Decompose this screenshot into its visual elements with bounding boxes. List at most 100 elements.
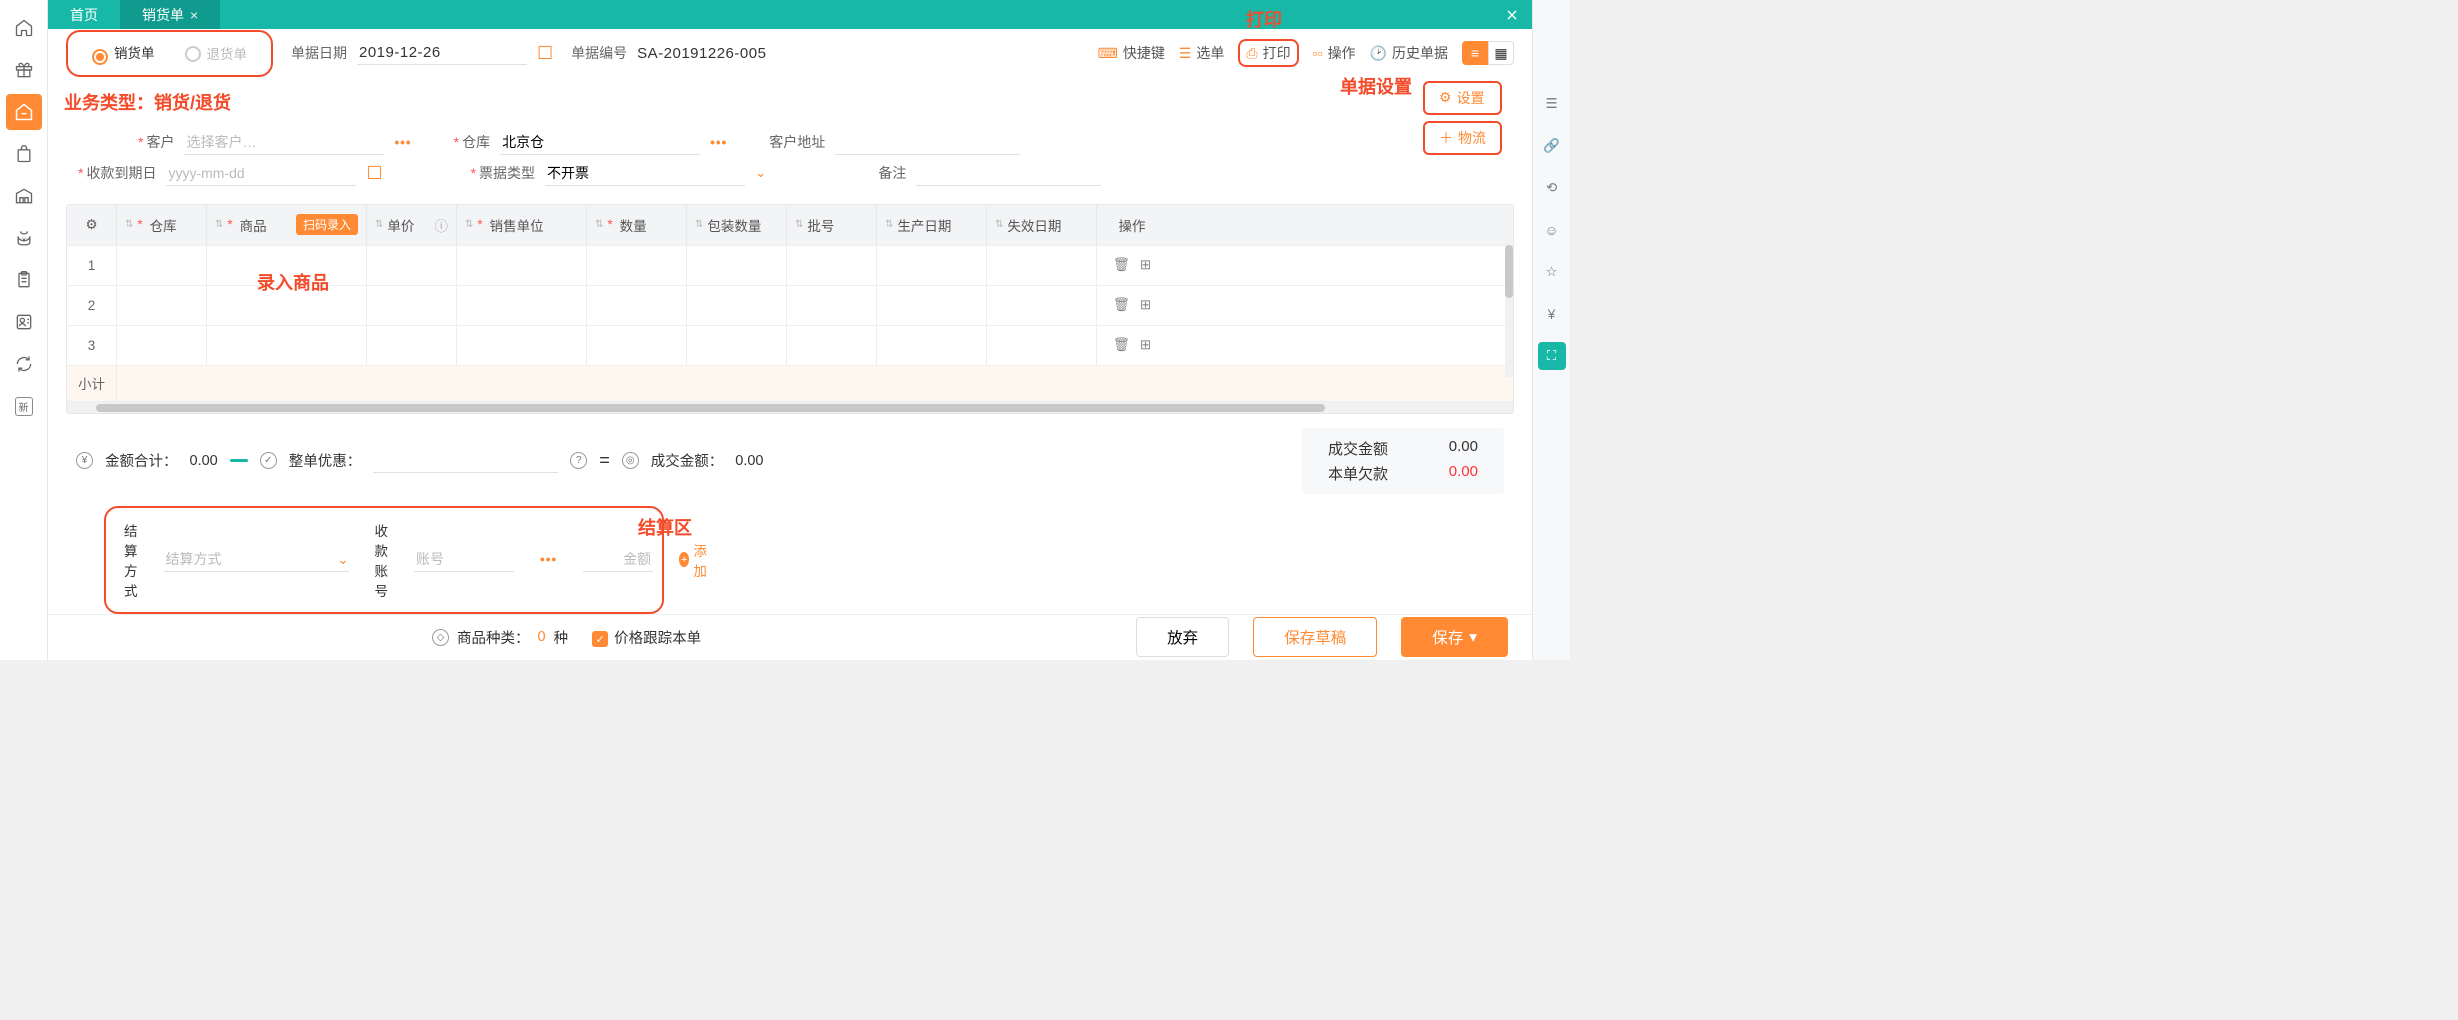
toolbar-operate[interactable]: ▫▫操作 (1313, 43, 1356, 63)
rs-money-icon[interactable]: ¥ (1538, 300, 1566, 328)
th-price[interactable]: ⇅单价ⓘ (367, 205, 457, 245)
table-row[interactable]: 1 🗑⊞ (67, 245, 1513, 285)
nav-warehouse-icon[interactable] (6, 178, 42, 214)
radio-return[interactable]: 退货单 (185, 43, 248, 63)
warehouse-input[interactable] (500, 130, 700, 155)
plus-icon: ＋ (1439, 128, 1453, 148)
yen-icon: ¥ (76, 452, 93, 469)
horizontal-scrollbar[interactable] (67, 401, 1513, 413)
settlement-amount-input[interactable] (583, 547, 653, 572)
add-row-icon[interactable]: ⊞ (1140, 337, 1151, 353)
remark-input[interactable] (916, 161, 1101, 186)
kinds-label: 商品种类： (457, 627, 530, 648)
equals-sign: = (599, 450, 610, 471)
nav-sync-icon[interactable] (6, 346, 42, 382)
help-icon: ⓘ (435, 215, 449, 235)
th-gear[interactable]: ⚙ (67, 205, 117, 245)
customer-label: 客户 (146, 134, 174, 150)
header-row: 业务类型：销货/退货 销货单 退货单 单据日期 2019-12-26 ☐ 单据编… (48, 29, 1532, 76)
svg-text:¥: ¥ (22, 237, 26, 244)
delete-icon[interactable]: 🗑 (1113, 297, 1130, 313)
th-packqty[interactable]: ⇅包装数量 (687, 205, 787, 245)
tab-sales[interactable]: 销货单× (120, 0, 220, 29)
tab-bar: 首页 销货单× 打印 (48, 0, 1532, 29)
help-icon[interactable]: ? (570, 452, 587, 469)
table-row[interactable]: 2 🗑⊞ (67, 285, 1513, 325)
cust-addr-input[interactable] (835, 130, 1020, 155)
window-close-icon[interactable] (1492, 0, 1532, 29)
invoice-label: 票据类型 (479, 165, 535, 181)
nav-contacts-icon[interactable] (6, 304, 42, 340)
toolbar-print[interactable]: ⎙打印 (1238, 39, 1298, 67)
date-value[interactable]: 2019-12-26 (357, 41, 527, 65)
radio-sales[interactable]: 销货单 (92, 42, 155, 65)
customer-input[interactable] (184, 130, 384, 155)
nav-bag-icon[interactable] (6, 136, 42, 172)
settings-button[interactable]: ⚙设置 (1423, 81, 1502, 115)
kinds-unit: 种 (554, 627, 569, 648)
items-table: 录入商品 ⚙ ⇅*仓库 ⇅*商品扫码录入 ⇅单价ⓘ ⇅*销售单位 ⇅*数量 ⇅包… (66, 204, 1514, 414)
settlement-account-input[interactable] (414, 547, 514, 572)
rs-star-icon[interactable]: ☆ (1538, 258, 1566, 286)
amount-total-value: 0.00 (190, 453, 218, 469)
nav-sales-icon[interactable] (6, 94, 42, 130)
th-expdate[interactable]: ⇅失效日期 (987, 205, 1097, 245)
nav-new-badge[interactable]: 新 (6, 388, 42, 424)
add-row-icon[interactable]: ⊞ (1140, 297, 1151, 313)
deal-amount-label: 成交金额： (651, 450, 724, 471)
toolbar-select[interactable]: ☰选单 (1179, 43, 1225, 63)
kinds-value: 0 (538, 629, 546, 645)
add-row-icon[interactable]: ⊞ (1140, 257, 1151, 273)
warehouse-picker-icon[interactable]: ••• (710, 135, 727, 150)
calendar-icon-2[interactable]: ☐ (366, 163, 382, 184)
cust-addr-label: 客户地址 (769, 132, 825, 152)
sidebar-right: ☰ 🔗 ⟲ ☺ ☆ ¥ ⛶ (1532, 0, 1570, 660)
nav-gift-icon[interactable] (6, 52, 42, 88)
settlement-account-label: 收款账号 (375, 520, 389, 600)
rs-attach-icon[interactable]: 🔗 (1538, 132, 1566, 160)
plus-circle-icon: + (679, 552, 689, 567)
rs-refresh-icon[interactable]: ⟲ (1538, 174, 1566, 202)
price-track-checkbox[interactable]: ✓价格跟踪本单 (592, 627, 701, 648)
scan-badge[interactable]: 扫码录入 (296, 214, 358, 235)
tab-close-icon[interactable]: × (190, 7, 198, 23)
invoice-input[interactable] (545, 161, 745, 186)
customer-picker-icon[interactable]: ••• (394, 135, 411, 150)
chevron-down-icon[interactable]: ⌄ (337, 552, 348, 568)
th-batch[interactable]: ⇅批号 (787, 205, 877, 245)
add-settlement-button[interactable]: +添加 (679, 540, 712, 580)
date-label: 单据日期 (291, 43, 347, 63)
due-input[interactable] (166, 161, 356, 186)
due-label: 收款到期日 (86, 165, 156, 181)
view-grid-icon: ▦ (1488, 41, 1514, 65)
save-draft-button[interactable]: 保存草稿 (1253, 617, 1377, 657)
nav-clipboard-icon[interactable] (6, 262, 42, 298)
th-warehouse[interactable]: ⇅*仓库 (117, 205, 207, 245)
rs-expand-icon[interactable]: ⛶ (1538, 342, 1566, 370)
discard-button[interactable]: 放弃 (1136, 617, 1229, 657)
nav-money-icon[interactable]: ¥ (6, 220, 42, 256)
discount-input[interactable] (373, 448, 558, 473)
delete-icon[interactable]: 🗑 (1113, 337, 1130, 353)
th-proddate[interactable]: ⇅生产日期 (877, 205, 987, 245)
chevron-down-icon[interactable]: ⌄ (755, 165, 766, 181)
rs-note-icon[interactable]: ☰ (1538, 90, 1566, 118)
view-toggle[interactable]: ≡▦ (1462, 41, 1514, 65)
delete-icon[interactable]: 🗑 (1113, 257, 1130, 273)
rs-user-icon[interactable]: ☺ (1538, 216, 1566, 244)
th-qty[interactable]: ⇅*数量 (587, 205, 687, 245)
save-button[interactable]: 保存▾ (1401, 617, 1508, 657)
toolbar-hotkey[interactable]: ⌨快捷键 (1098, 43, 1165, 63)
calendar-icon[interactable]: ☐ (537, 43, 553, 64)
settlement-method-input[interactable] (164, 547, 349, 572)
nav-home-icon[interactable] (6, 10, 42, 46)
deal-amount-value: 0.00 (735, 453, 763, 469)
table-row[interactable]: 3 🗑⊞ (67, 325, 1513, 365)
th-unit[interactable]: ⇅*销售单位 (457, 205, 587, 245)
logistics-button[interactable]: ＋物流 (1423, 121, 1502, 155)
toolbar-history[interactable]: 🕑历史单据 (1370, 43, 1448, 63)
th-product[interactable]: ⇅*商品扫码录入 (207, 205, 367, 245)
tab-home[interactable]: 首页 (48, 0, 120, 29)
vertical-scrollbar[interactable] (1505, 245, 1513, 377)
account-picker-icon[interactable]: ••• (540, 552, 557, 567)
